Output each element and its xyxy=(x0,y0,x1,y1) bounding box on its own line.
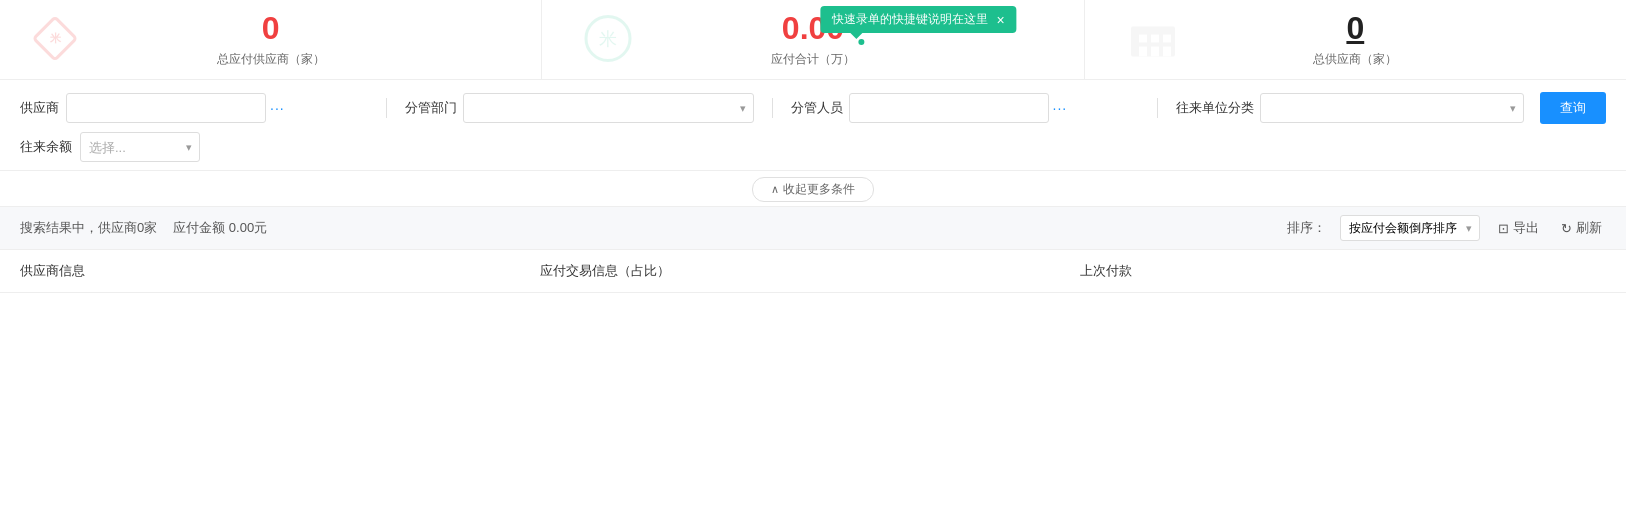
unit-class-filter-group: 往来单位分类 ▾ xyxy=(1176,93,1524,123)
col-header-lastpay: 上次付款 xyxy=(1080,262,1606,280)
shortcut-tooltip: 快速录单的快捷键说明在这里 × xyxy=(820,6,1016,33)
stat-label-suppliers: 总供应商（家） xyxy=(1313,51,1397,68)
svg-rect-8 xyxy=(1139,46,1147,56)
dept-select[interactable] xyxy=(463,93,753,123)
stat-label-total: 应付合计（万） xyxy=(771,51,855,68)
export-label: 导出 xyxy=(1513,219,1539,237)
building-icon xyxy=(1125,16,1181,63)
balance-select[interactable]: 选择... xyxy=(80,132,200,162)
table-body xyxy=(0,293,1626,515)
person-label: 分管人员 xyxy=(791,99,843,117)
sort-select[interactable]: 按应付会额倒序排序 按应付会额正序排序 按供应商名称排序 xyxy=(1340,215,1480,241)
person-filter-group: 分管人员 ··· xyxy=(791,93,1139,123)
balance-select-wrap: 选择... ▾ xyxy=(80,132,200,162)
person-dots-btn[interactable]: ··· xyxy=(1053,100,1068,116)
tooltip-dot xyxy=(856,37,866,47)
collapse-row: ∧ 收起更多条件 xyxy=(0,171,1626,207)
divider-2 xyxy=(772,98,773,118)
stat-payable-total: 米 快速录单的快捷键说明在这里 × 0.00 应付合计（万） xyxy=(542,0,1084,79)
col-header-supplier: 供应商信息 xyxy=(20,262,540,280)
svg-text:米: 米 xyxy=(599,28,617,48)
supplier-input[interactable] xyxy=(66,93,266,123)
refresh-label: 刷新 xyxy=(1576,219,1602,237)
sort-label: 排序： xyxy=(1287,219,1326,237)
results-actions: 排序： 按应付会额倒序排序 按应付会额正序排序 按供应商名称排序 ▾ ⊡ 导出 … xyxy=(1287,215,1606,241)
stats-bar: 米 0 总应付供应商（家） 米 快速录单的快捷键说明在这里 × 0.00 应付合… xyxy=(0,0,1626,80)
collapse-label: 收起更多条件 xyxy=(783,181,855,198)
mint-icon: 米 xyxy=(582,12,634,67)
tooltip-close-btn[interactable]: × xyxy=(996,13,1004,27)
refresh-button[interactable]: ↻ 刷新 xyxy=(1557,219,1606,237)
collapse-button[interactable]: ∧ 收起更多条件 xyxy=(752,177,874,202)
results-info: 搜索结果中，供应商0家 应付金额 0.00元 xyxy=(20,219,267,237)
stat-label-payable: 总应付供应商（家） xyxy=(217,51,325,68)
export-icon: ⊡ xyxy=(1498,221,1509,236)
refresh-icon: ↻ xyxy=(1561,221,1572,236)
col-header-transaction: 应付交易信息（占比） xyxy=(540,262,1080,280)
supplier-filter-group: 供应商 ··· xyxy=(20,93,368,123)
svg-text:米: 米 xyxy=(49,31,62,43)
filter-row-2: 往来余额 选择... ▾ xyxy=(20,132,1606,162)
stat-number-suppliers: 0 xyxy=(1346,11,1364,46)
divider-1 xyxy=(386,98,387,118)
unit-class-select-wrap: ▾ xyxy=(1260,93,1524,123)
diamond-logo-icon: 米 xyxy=(30,13,80,66)
collapse-chevron-icon: ∧ xyxy=(771,183,779,196)
unit-class-label: 往来单位分类 xyxy=(1176,99,1254,117)
table-header: 供应商信息 应付交易信息（占比） 上次付款 xyxy=(0,250,1626,293)
results-bar: 搜索结果中，供应商0家 应付金额 0.00元 排序： 按应付会额倒序排序 按应付… xyxy=(0,207,1626,250)
svg-rect-7 xyxy=(1163,34,1171,42)
svg-rect-9 xyxy=(1151,46,1159,56)
stat-total-payable: 米 0 总应付供应商（家） xyxy=(0,0,542,79)
filter-bar: 供应商 ··· 分管部门 ▾ 分管人员 ··· 往来单位分类 xyxy=(0,80,1626,171)
supplier-dots-btn[interactable]: ··· xyxy=(270,100,285,116)
dept-select-wrap: ▾ xyxy=(463,93,753,123)
filter-row-1: 供应商 ··· 分管部门 ▾ 分管人员 ··· 往来单位分类 xyxy=(20,92,1606,124)
person-input[interactable] xyxy=(849,93,1049,123)
svg-rect-6 xyxy=(1151,34,1159,42)
query-btn-wrap: 查询 xyxy=(1540,92,1606,124)
dept-filter-group: 分管部门 ▾ xyxy=(405,93,753,123)
svg-rect-5 xyxy=(1139,34,1147,42)
dept-label: 分管部门 xyxy=(405,99,457,117)
stat-total-suppliers: 0 总供应商（家） xyxy=(1085,0,1626,79)
export-button[interactable]: ⊡ 导出 xyxy=(1494,219,1543,237)
tooltip-text: 快速录单的快捷键说明在这里 xyxy=(832,11,988,28)
results-amount: 应付金额 0.00元 xyxy=(173,219,267,237)
stat-number-payable: 0 xyxy=(262,11,280,46)
balance-label: 往来余额 xyxy=(20,138,72,156)
supplier-label: 供应商 xyxy=(20,99,60,117)
sort-select-wrap: 按应付会额倒序排序 按应付会额正序排序 按供应商名称排序 ▾ xyxy=(1340,215,1480,241)
results-summary: 搜索结果中，供应商0家 xyxy=(20,219,157,237)
unit-class-select[interactable] xyxy=(1260,93,1524,123)
divider-3 xyxy=(1157,98,1158,118)
query-button[interactable]: 查询 xyxy=(1540,92,1606,124)
svg-rect-10 xyxy=(1163,46,1171,56)
